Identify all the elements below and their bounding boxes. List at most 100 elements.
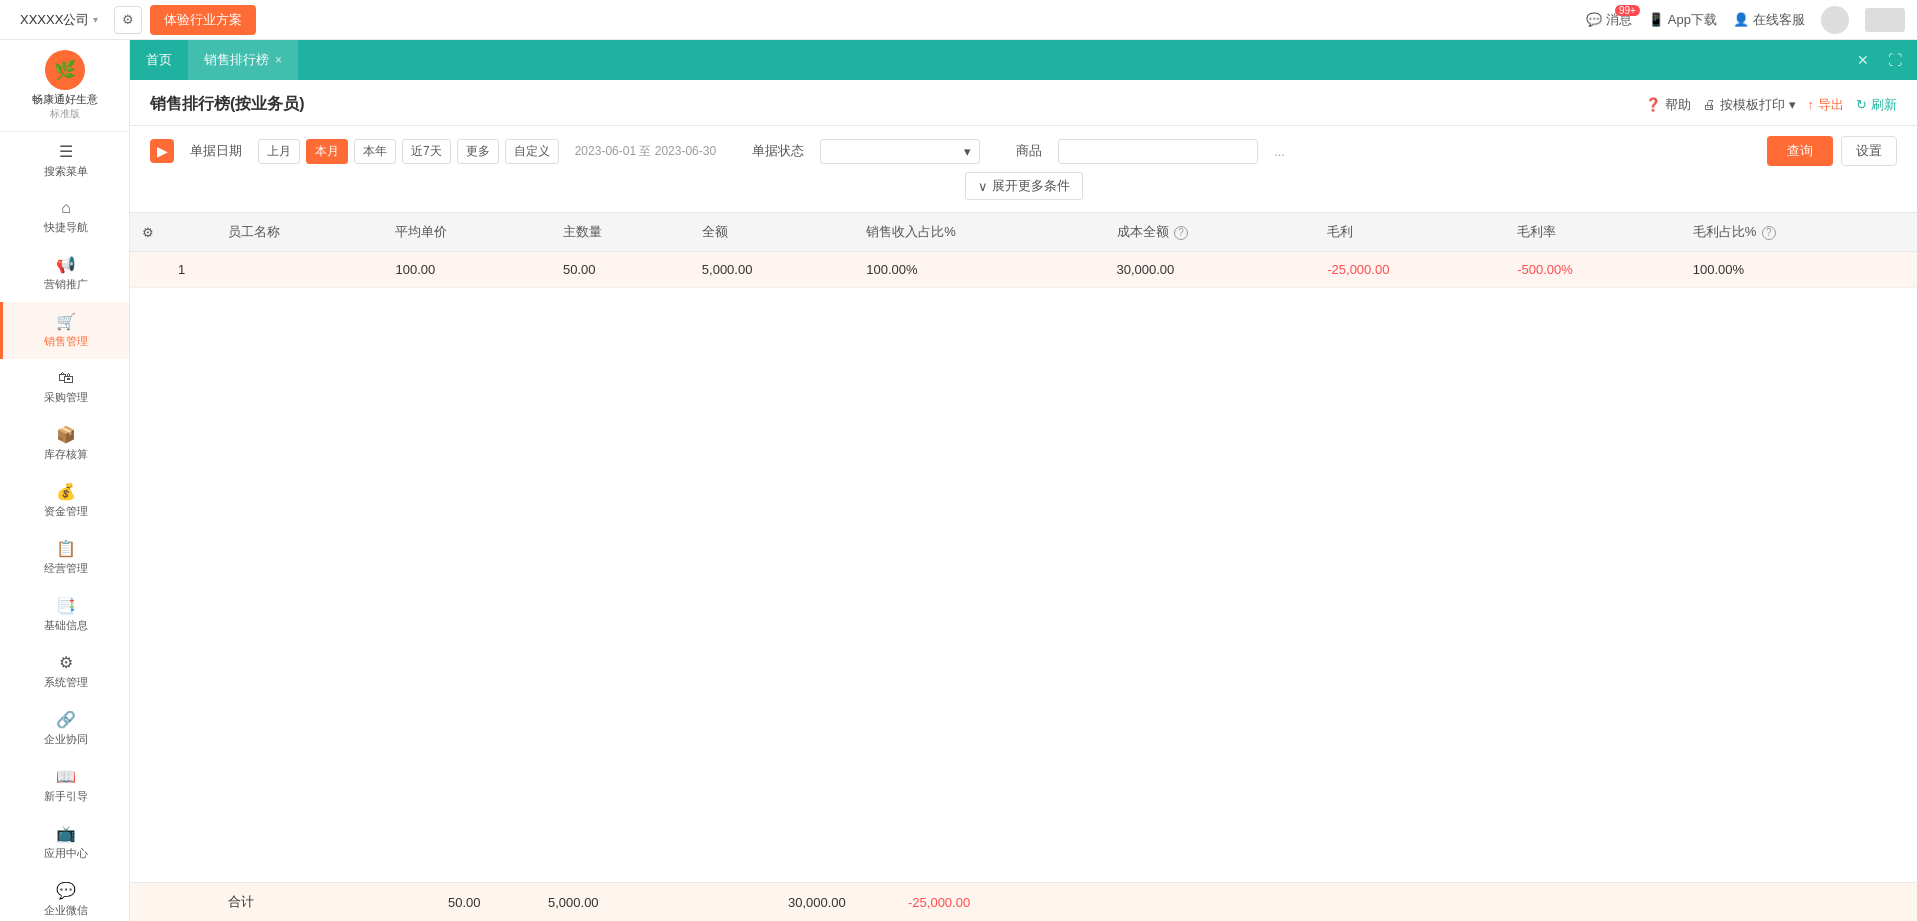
expand-filter-btn[interactable]: ∨ 展开更多条件 <box>965 172 1083 200</box>
date-btn-this-year[interactable]: 本年 <box>354 139 396 164</box>
message-btn[interactable]: 💬 消息 99+ <box>1586 11 1632 29</box>
sidebar-logo: 🌿 畅康通好生意 标准版 <box>0 40 129 132</box>
help-btn[interactable]: ❓ 帮助 <box>1645 96 1691 114</box>
status-select[interactable]: ▾ <box>820 139 980 164</box>
system-icon: ⚙ <box>59 653 73 672</box>
expand-icon: ∨ <box>978 179 988 194</box>
data-table: ⚙ 员工名称 平均单价 主数量 全额 销售收入占比% 成本全额 ? 毛利 <box>130 213 1917 288</box>
sidebar-item-marketing[interactable]: 📢 营销推广 <box>0 245 129 302</box>
sidebar-item-wechat[interactable]: 💬 企业微信 <box>0 871 129 921</box>
cell-settings <box>130 252 166 288</box>
table-row: 1 100.00 50.00 5,000.00 100.00% 30,000.0… <box>130 252 1917 288</box>
company-selector[interactable]: XXXXX公司 ▾ <box>12 7 106 33</box>
table-header-row: ⚙ 员工名称 平均单价 主数量 全额 销售收入占比% 成本全额 ? 毛利 <box>130 213 1917 252</box>
finance-icon: 💰 <box>56 482 76 501</box>
collaboration-icon: 🔗 <box>56 710 76 729</box>
logo-sub: 标准版 <box>50 107 80 121</box>
sidebar-item-finance[interactable]: 💰 资金管理 <box>0 472 129 529</box>
date-btn-custom[interactable]: 自定义 <box>505 139 559 164</box>
print-icon: 🖨 <box>1703 97 1716 112</box>
inventory-icon: 📦 <box>56 425 76 444</box>
sidebar-item-label: 资金管理 <box>44 504 88 519</box>
date-btn-last-month[interactable]: 上月 <box>258 139 300 164</box>
date-btn-7days[interactable]: 近7天 <box>402 139 451 164</box>
tab-close-btn[interactable]: × <box>275 53 282 67</box>
settings-icon-btn[interactable]: ⚙ <box>114 6 142 34</box>
cell-avg-price: 100.00 <box>383 252 550 288</box>
date-btn-more[interactable]: 更多 <box>457 139 499 164</box>
sidebar-item-label: 系统管理 <box>44 675 88 690</box>
cell-gross: -25,000.00 <box>1315 252 1505 288</box>
footer-gross: -25,000.00 <box>908 895 1028 910</box>
sidebar-item-app-center[interactable]: 📺 应用中心 <box>0 814 129 871</box>
tab-home[interactable]: 首页 <box>130 40 188 80</box>
help-label: 帮助 <box>1665 96 1691 114</box>
cell-gross-ratio: 100.00% <box>1681 252 1917 288</box>
col-gross-ratio-header: 毛利占比% ? <box>1681 213 1917 252</box>
logo-text: 畅康通好生意 <box>32 92 98 107</box>
guide-icon: 📖 <box>56 767 76 786</box>
wechat-icon: 💬 <box>56 881 76 900</box>
cell-gross-rate: -500.00% <box>1505 252 1681 288</box>
purchase-icon: 🛍 <box>58 369 74 387</box>
date-filter-group: 上月 本月 本年 近7天 更多 自定义 <box>258 139 559 164</box>
avatar[interactable] <box>1821 6 1849 34</box>
export-btn[interactable]: ↑ 导出 <box>1808 96 1845 114</box>
print-btn[interactable]: 🖨 按模板打印 ▾ <box>1703 96 1796 114</box>
sidebar-item-collaboration[interactable]: 🔗 企业协同 <box>0 700 129 757</box>
sidebar-item-purchase[interactable]: 🛍 采购管理 <box>0 359 129 415</box>
sidebar-item-system[interactable]: ⚙ 系统管理 <box>0 643 129 700</box>
gross-ratio-info-icon[interactable]: ? <box>1762 226 1776 240</box>
help-icon: ❓ <box>1645 97 1661 112</box>
sidebar-item-guide[interactable]: 📖 新手引导 <box>0 757 129 814</box>
date-btn-this-month[interactable]: 本月 <box>306 139 348 164</box>
table-container: ⚙ 员工名称 平均单价 主数量 全额 销售收入占比% 成本全额 ? 毛利 <box>130 213 1917 882</box>
page-header: 销售排行榜(按业务员) ❓ 帮助 🖨 按模板打印 ▾ ↑ 导出 <box>130 80 1917 126</box>
cell-employee <box>216 252 383 288</box>
sidebar-item-search[interactable]: ☰ 搜索菜单 <box>0 132 129 189</box>
sidebar-item-basic-info[interactable]: 📑 基础信息 <box>0 586 129 643</box>
col-avg-price-header: 平均单价 <box>383 213 550 252</box>
message-badge: 99+ <box>1615 5 1640 16</box>
col-cost-header: 成本全额 ? <box>1105 213 1316 252</box>
refresh-icon: ↻ <box>1856 97 1867 112</box>
status-filter-label: 单据状态 <box>752 142 804 160</box>
sidebar-item-operations[interactable]: 📋 经营管理 <box>0 529 129 586</box>
expand-label: 展开更多条件 <box>992 177 1070 195</box>
marketing-icon: 📢 <box>56 255 76 274</box>
sidebar-item-label: 企业协同 <box>44 732 88 747</box>
page-title: 销售排行榜(按业务员) <box>150 94 305 115</box>
goods-input[interactable] <box>1058 139 1258 164</box>
col-employee-header: 员工名称 <box>216 213 383 252</box>
tab-right-actions: ✕ ⛶ <box>1849 46 1917 74</box>
trial-button[interactable]: 体验行业方案 <box>150 5 256 35</box>
export-icon: ↑ <box>1808 97 1815 112</box>
sidebar-item-inventory[interactable]: 📦 库存核算 <box>0 415 129 472</box>
settings-button[interactable]: 设置 <box>1841 136 1897 166</box>
sidebar-item-label: 采购管理 <box>44 390 88 405</box>
export-label: 导出 <box>1818 96 1844 114</box>
col-sales-ratio-header: 销售收入占比% <box>854 213 1104 252</box>
sales-icon: 🛒 <box>56 312 76 331</box>
main-layout: 🌿 畅康通好生意 标准版 ☰ 搜索菜单 ⌂ 快捷导航 📢 营销推广 🛒 销售管理… <box>0 40 1917 921</box>
refresh-btn[interactable]: ↻ 刷新 <box>1856 96 1897 114</box>
print-chevron-icon: ▾ <box>1789 97 1796 112</box>
tab-expand-btn[interactable]: ⛶ <box>1881 46 1909 74</box>
cost-info-icon[interactable]: ? <box>1174 226 1188 240</box>
tab-close-window-btn[interactable]: ✕ <box>1849 46 1877 74</box>
tab-sales-ranking[interactable]: 销售排行榜 × <box>188 40 298 80</box>
more-filter-btn[interactable]: ... <box>1274 144 1285 159</box>
app-icon: 📱 <box>1648 12 1664 27</box>
col-settings-header[interactable]: ⚙ <box>130 213 166 252</box>
cell-rank: 1 <box>166 252 216 288</box>
sidebar-item-label: 库存核算 <box>44 447 88 462</box>
online-service-btn[interactable]: 👤 在线客服 <box>1733 11 1805 29</box>
sidebar-item-sales[interactable]: 🛒 销售管理 <box>0 302 129 359</box>
tab-bar: 首页 销售排行榜 × ✕ ⛶ <box>130 40 1917 80</box>
app-download-btn[interactable]: 📱 App下载 <box>1648 11 1717 29</box>
cell-cost: 30,000.00 <box>1105 252 1316 288</box>
date-filter-label: 单据日期 <box>190 142 242 160</box>
query-button[interactable]: 查询 <box>1767 136 1833 166</box>
filter-toggle-btn[interactable]: ▶ <box>150 139 174 163</box>
sidebar-item-nav[interactable]: ⌂ 快捷导航 <box>0 189 129 245</box>
